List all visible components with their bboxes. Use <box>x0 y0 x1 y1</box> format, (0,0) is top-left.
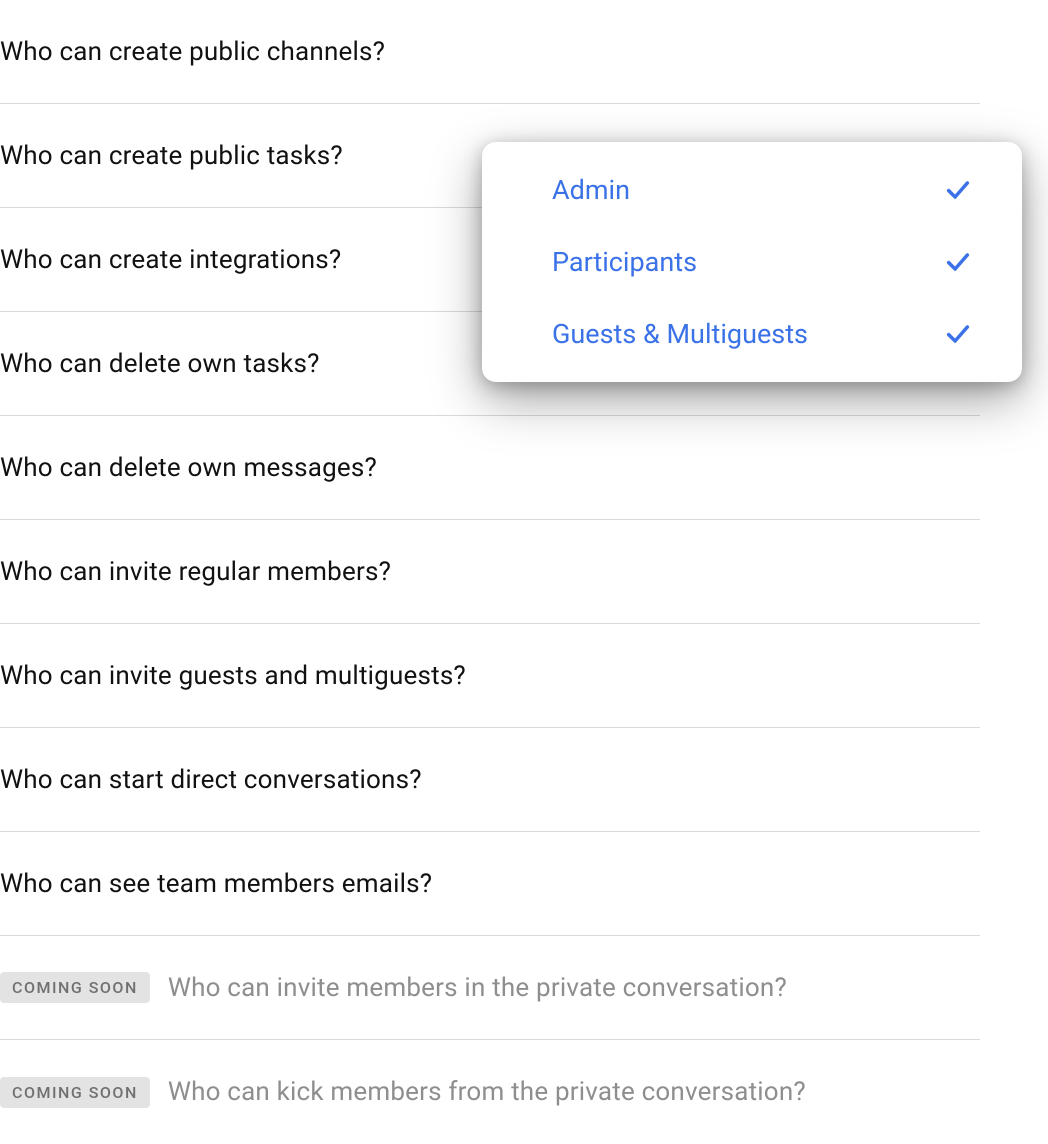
setting-label: Who can see team members emails? <box>0 869 432 899</box>
setting-label-text: Who can invite guests and multiguests? <box>0 661 466 691</box>
dropdown-option-participants[interactable]: Participants <box>482 226 1022 298</box>
setting-row-kick-members-private: COMING SOON Who can kick members from th… <box>0 1040 980 1144</box>
setting-label-text: Who can kick members from the private co… <box>168 1077 806 1107</box>
dropdown-option-admin[interactable]: Admin <box>482 154 1022 226</box>
setting-row-create-public-channels[interactable]: Who can create public channels? <box>0 0 980 104</box>
setting-label-text: Who can see team members emails? <box>0 869 432 899</box>
setting-row-start-direct-conversations[interactable]: Who can start direct conversations? <box>0 728 980 832</box>
check-icon <box>944 320 972 348</box>
coming-soon-badge: COMING SOON <box>0 972 150 1003</box>
setting-label: Who can create public channels? <box>0 37 385 67</box>
setting-label: Who can invite regular members? <box>0 557 391 587</box>
setting-label-text: Who can create public tasks? <box>0 141 343 171</box>
setting-label-text: Who can create public channels? <box>0 37 385 67</box>
dropdown-option-guests-multiguests[interactable]: Guests & Multiguests <box>482 298 1022 370</box>
coming-soon-badge: COMING SOON <box>0 1077 150 1108</box>
check-icon <box>944 176 972 204</box>
setting-label-text: Who can start direct conversations? <box>0 765 422 795</box>
setting-label-text: Who can create integrations? <box>0 245 341 275</box>
setting-label: Who can delete own messages? <box>0 453 377 483</box>
check-icon <box>944 248 972 276</box>
setting-row-see-team-emails[interactable]: Who can see team members emails? <box>0 832 980 936</box>
setting-label: Who can create public tasks? <box>0 141 343 171</box>
role-selector-dropdown: Admin Participants Guests & Multiguests <box>482 142 1022 382</box>
setting-label: Who can invite guests and multiguests? <box>0 661 466 691</box>
setting-label: COMING SOON Who can kick members from th… <box>0 1077 806 1108</box>
dropdown-option-label: Guests & Multiguests <box>552 318 808 350</box>
dropdown-option-label: Participants <box>552 246 697 278</box>
setting-row-delete-own-messages[interactable]: Who can delete own messages? <box>0 416 980 520</box>
setting-label-text: Who can delete own messages? <box>0 453 377 483</box>
setting-label: Who can start direct conversations? <box>0 765 422 795</box>
setting-label: Who can create integrations? <box>0 245 341 275</box>
setting-row-invite-guests-multiguests[interactable]: Who can invite guests and multiguests? <box>0 624 980 728</box>
setting-label-text: Who can invite members in the private co… <box>168 973 787 1003</box>
setting-label-text: Who can invite regular members? <box>0 557 391 587</box>
setting-row-invite-regular-members[interactable]: Who can invite regular members? <box>0 520 980 624</box>
setting-row-invite-members-private: COMING SOON Who can invite members in th… <box>0 936 980 1040</box>
setting-label-text: Who can delete own tasks? <box>0 349 320 379</box>
setting-label: Who can delete own tasks? <box>0 349 320 379</box>
setting-label: COMING SOON Who can invite members in th… <box>0 972 787 1003</box>
dropdown-option-label: Admin <box>552 174 630 206</box>
